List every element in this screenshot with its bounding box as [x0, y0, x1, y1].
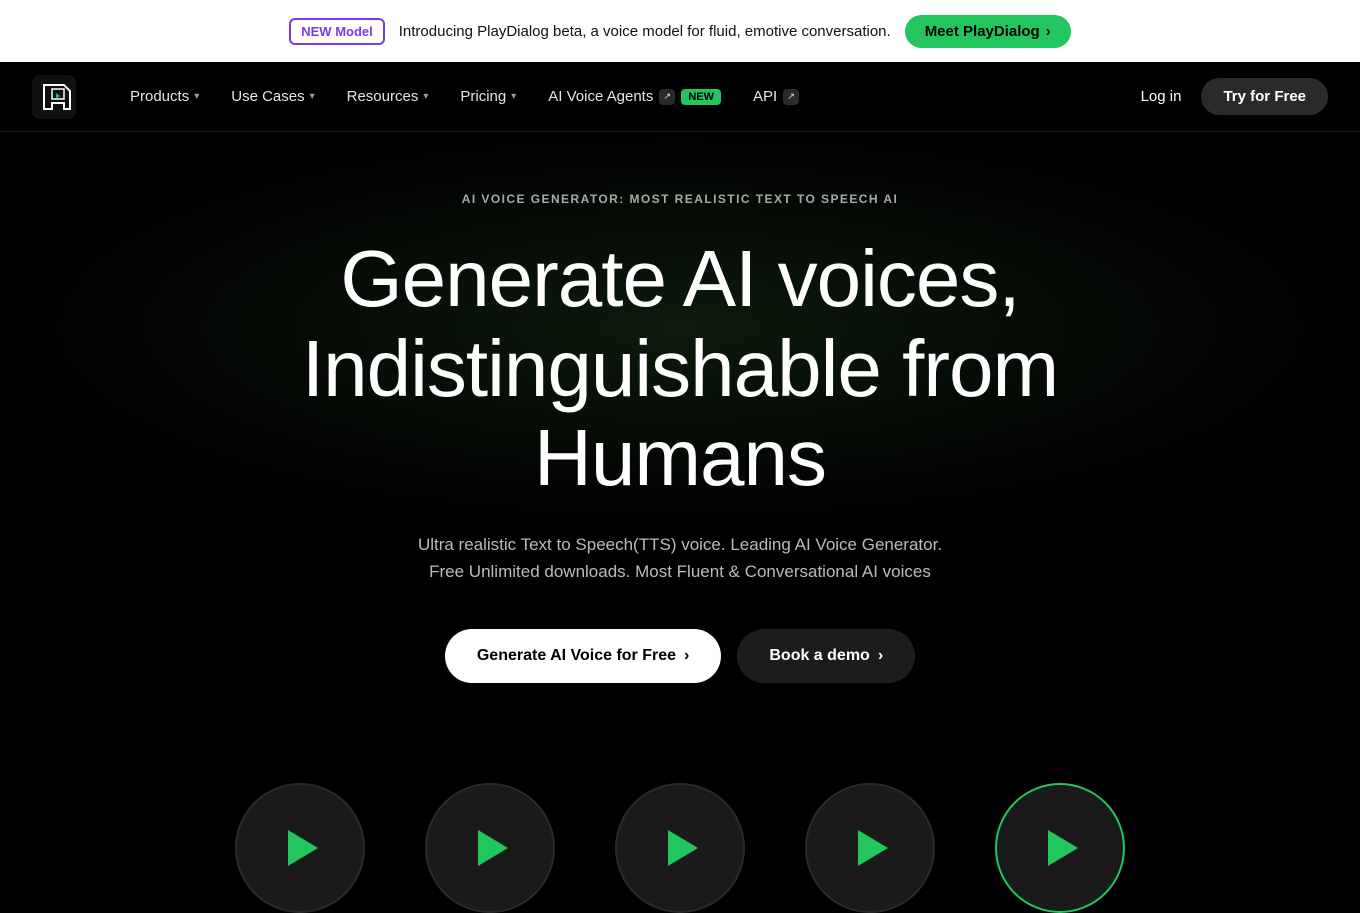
products-chevron-icon: ▾: [194, 91, 199, 102]
play-button-4[interactable]: [805, 783, 935, 913]
pricing-chevron-icon: ▾: [511, 91, 516, 102]
play-button-1[interactable]: [235, 783, 365, 913]
hero-title: Generate AI voices, Indistinguishable fr…: [302, 234, 1058, 503]
nav-item-ai-voice-agents[interactable]: AI Voice Agents ↗ NEW: [534, 80, 735, 113]
nav-item-resources[interactable]: Resources ▾: [333, 80, 443, 113]
logo[interactable]: [32, 75, 76, 119]
nav-actions: Log in Try for Free: [1137, 78, 1328, 115]
play-button-5[interactable]: [995, 783, 1125, 913]
hero-section: AI VOICE GENERATOR: MOST REALISTIC TEXT …: [0, 132, 1360, 783]
nav-item-use-cases[interactable]: Use Cases ▾: [217, 80, 328, 113]
announcement-text: Introducing PlayDialog beta, a voice mod…: [399, 23, 891, 40]
book-demo-button[interactable]: Book a demo ›: [737, 629, 915, 683]
api-external-icon: ↗: [783, 89, 799, 105]
voice-player-4: [805, 783, 935, 913]
announcement-bar: NEW Model Introducing PlayDialog beta, a…: [0, 0, 1360, 62]
hero-buttons: Generate AI Voice for Free › Book a demo…: [445, 629, 915, 683]
voice-player-5: [995, 783, 1125, 913]
use-cases-chevron-icon: ▾: [310, 91, 315, 102]
nav-item-products[interactable]: Products ▾: [116, 80, 213, 113]
navbar: Products ▾ Use Cases ▾ Resources ▾ Prici…: [0, 62, 1360, 132]
play-button-3[interactable]: [615, 783, 745, 913]
login-button[interactable]: Log in: [1137, 80, 1186, 113]
nav-item-pricing[interactable]: Pricing ▾: [446, 80, 530, 113]
try-for-free-button[interactable]: Try for Free: [1201, 78, 1328, 115]
hero-subtitle: Ultra realistic Text to Speech(TTS) voic…: [418, 531, 942, 585]
ai-voice-agents-new-badge: NEW: [681, 89, 721, 105]
play-button-2[interactable]: [425, 783, 555, 913]
meet-playdialog-button[interactable]: Meet PlayDialog ›: [905, 15, 1071, 48]
voice-player-1: [235, 783, 365, 913]
nav-item-api[interactable]: API ↗: [739, 80, 813, 113]
new-model-badge: NEW Model: [289, 18, 385, 45]
ai-voice-agents-external-icon: ↗: [659, 89, 675, 105]
generate-voice-button[interactable]: Generate AI Voice for Free ›: [445, 629, 722, 683]
hero-eyebrow: AI VOICE GENERATOR: MOST REALISTIC TEXT …: [462, 192, 898, 206]
nav-links: Products ▾ Use Cases ▾ Resources ▾ Prici…: [116, 80, 1137, 113]
voice-player-2: [425, 783, 555, 913]
resources-chevron-icon: ▾: [423, 91, 428, 102]
voice-player-3: [615, 783, 745, 913]
voice-players-row: [0, 783, 1360, 913]
